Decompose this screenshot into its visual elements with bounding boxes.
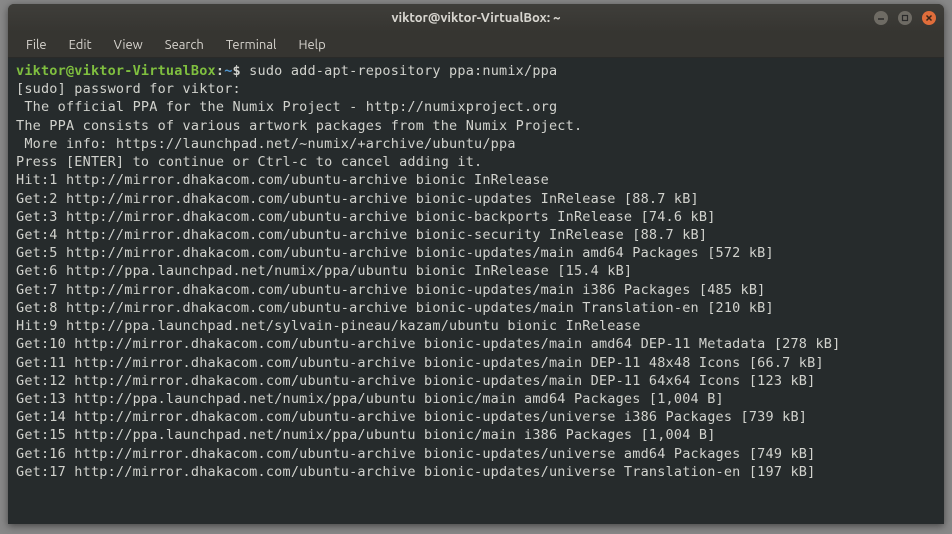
terminal-window: viktor@viktor-VirtualBox: ~ File Edit Vi…: [8, 4, 944, 524]
output-line: Get:4 http://mirror.dhakacom.com/ubuntu-…: [16, 226, 936, 244]
output-line: Get:2 http://mirror.dhakacom.com/ubuntu-…: [16, 190, 936, 208]
command-text: sudo add-apt-repository ppa:numix/ppa: [241, 63, 557, 79]
maximize-icon: [901, 14, 909, 22]
window-title: viktor@viktor-VirtualBox: ~: [392, 11, 561, 25]
prompt-path: ~: [224, 63, 232, 79]
minimize-icon: [877, 14, 885, 22]
prompt-symbol: $: [233, 63, 241, 79]
output-line: Get:12 http://mirror.dhakacom.com/ubuntu…: [16, 372, 936, 390]
terminal-area[interactable]: viktor@viktor-VirtualBox:~$ sudo add-apt…: [8, 58, 944, 524]
menu-file[interactable]: File: [16, 35, 57, 55]
menu-view[interactable]: View: [104, 35, 153, 55]
output-line: Get:16 http://mirror.dhakacom.com/ubuntu…: [16, 445, 936, 463]
prompt-user-host: viktor@viktor-VirtualBox: [16, 63, 216, 79]
output-line: Get:5 http://mirror.dhakacom.com/ubuntu-…: [16, 244, 936, 262]
close-icon: [925, 14, 933, 22]
menubar: File Edit View Search Terminal Help: [8, 32, 944, 58]
output-line: Get:13 http://ppa.launchpad.net/numix/pp…: [16, 390, 936, 408]
output-line: Hit:9 http://ppa.launchpad.net/sylvain-p…: [16, 317, 936, 335]
menu-search[interactable]: Search: [155, 35, 214, 55]
maximize-button[interactable]: [898, 11, 912, 25]
close-button[interactable]: [922, 11, 936, 25]
output-line: [sudo] password for viktor:: [16, 80, 936, 98]
window-controls: [874, 11, 936, 25]
output-line: Get:3 http://mirror.dhakacom.com/ubuntu-…: [16, 208, 936, 226]
prompt-line: viktor@viktor-VirtualBox:~$ sudo add-apt…: [16, 62, 936, 80]
menu-edit[interactable]: Edit: [59, 35, 102, 55]
output-line: Get:6 http://ppa.launchpad.net/numix/ppa…: [16, 262, 936, 280]
minimize-button[interactable]: [874, 11, 888, 25]
output-line: Get:17 http://mirror.dhakacom.com/ubuntu…: [16, 463, 936, 481]
output-line: Hit:1 http://mirror.dhakacom.com/ubuntu-…: [16, 171, 936, 189]
output-line: Get:8 http://mirror.dhakacom.com/ubuntu-…: [16, 299, 936, 317]
prompt-separator: :: [216, 63, 224, 79]
output-line: The PPA consists of various artwork pack…: [16, 117, 936, 135]
output-line: Get:7 http://mirror.dhakacom.com/ubuntu-…: [16, 281, 936, 299]
output-line: Get:10 http://mirror.dhakacom.com/ubuntu…: [16, 335, 936, 353]
menu-terminal[interactable]: Terminal: [216, 35, 287, 55]
menu-help[interactable]: Help: [288, 35, 335, 55]
output-line: Get:11 http://mirror.dhakacom.com/ubuntu…: [16, 354, 936, 372]
output-line: Get:14 http://mirror.dhakacom.com/ubuntu…: [16, 408, 936, 426]
output-line: The official PPA for the Numix Project -…: [16, 98, 936, 116]
output-line: Press [ENTER] to continue or Ctrl-c to c…: [16, 153, 936, 171]
output-line: More info: https://launchpad.net/~numix/…: [16, 135, 936, 153]
output-line: Get:15 http://ppa.launchpad.net/numix/pp…: [16, 426, 936, 444]
titlebar[interactable]: viktor@viktor-VirtualBox: ~: [8, 4, 944, 32]
